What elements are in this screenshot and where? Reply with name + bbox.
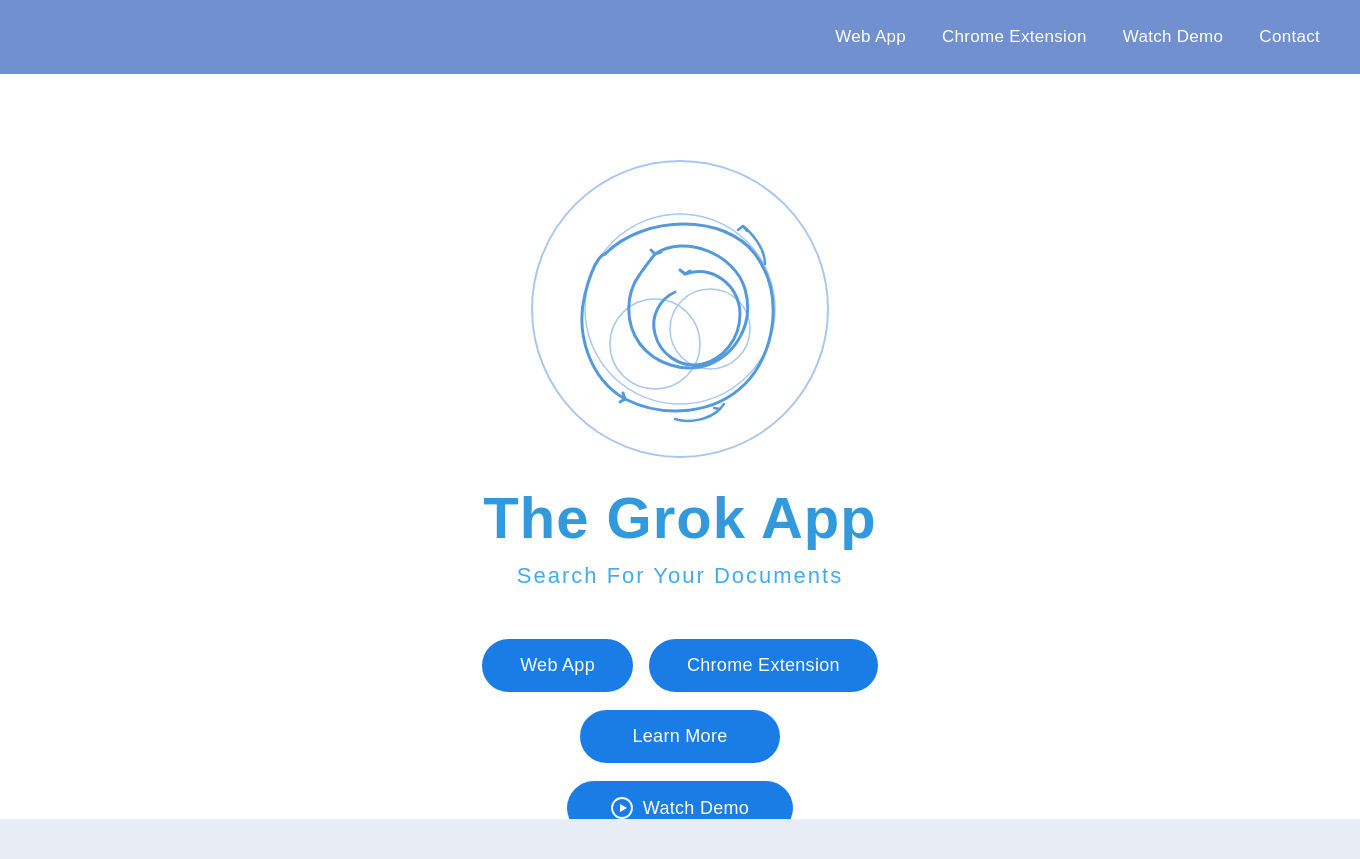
nav-item-web-app[interactable]: Web App: [835, 27, 906, 47]
chrome-extension-button[interactable]: Chrome Extension: [649, 639, 878, 692]
main-content: The Grok App Search For Your Documents W…: [0, 74, 1360, 859]
logo-svg: [525, 154, 835, 464]
nav-links: Web App Chrome Extension Watch Demo Cont…: [835, 27, 1320, 47]
button-row-2: Learn More: [580, 710, 779, 763]
footer-bar: [0, 819, 1360, 859]
learn-more-button[interactable]: Learn More: [580, 710, 779, 763]
nav-link-chrome-extension[interactable]: Chrome Extension: [942, 27, 1087, 46]
navbar: Web App Chrome Extension Watch Demo Cont…: [0, 0, 1360, 74]
app-subtitle: Search For Your Documents: [517, 563, 843, 589]
nav-item-chrome-extension[interactable]: Chrome Extension: [942, 27, 1087, 47]
nav-link-watch-demo[interactable]: Watch Demo: [1123, 27, 1224, 46]
svg-marker-5: [620, 804, 627, 812]
web-app-button[interactable]: Web App: [482, 639, 633, 692]
nav-item-watch-demo[interactable]: Watch Demo: [1123, 27, 1224, 47]
watch-demo-label: Watch Demo: [643, 798, 749, 819]
play-icon: [611, 797, 633, 819]
nav-link-contact[interactable]: Contact: [1259, 27, 1320, 46]
button-row-1: Web App Chrome Extension: [482, 639, 878, 692]
logo-container: [525, 154, 835, 464]
nav-link-web-app[interactable]: Web App: [835, 27, 906, 46]
svg-point-0: [532, 161, 828, 457]
nav-item-contact[interactable]: Contact: [1259, 27, 1320, 47]
app-title: The Grok App: [483, 484, 876, 551]
